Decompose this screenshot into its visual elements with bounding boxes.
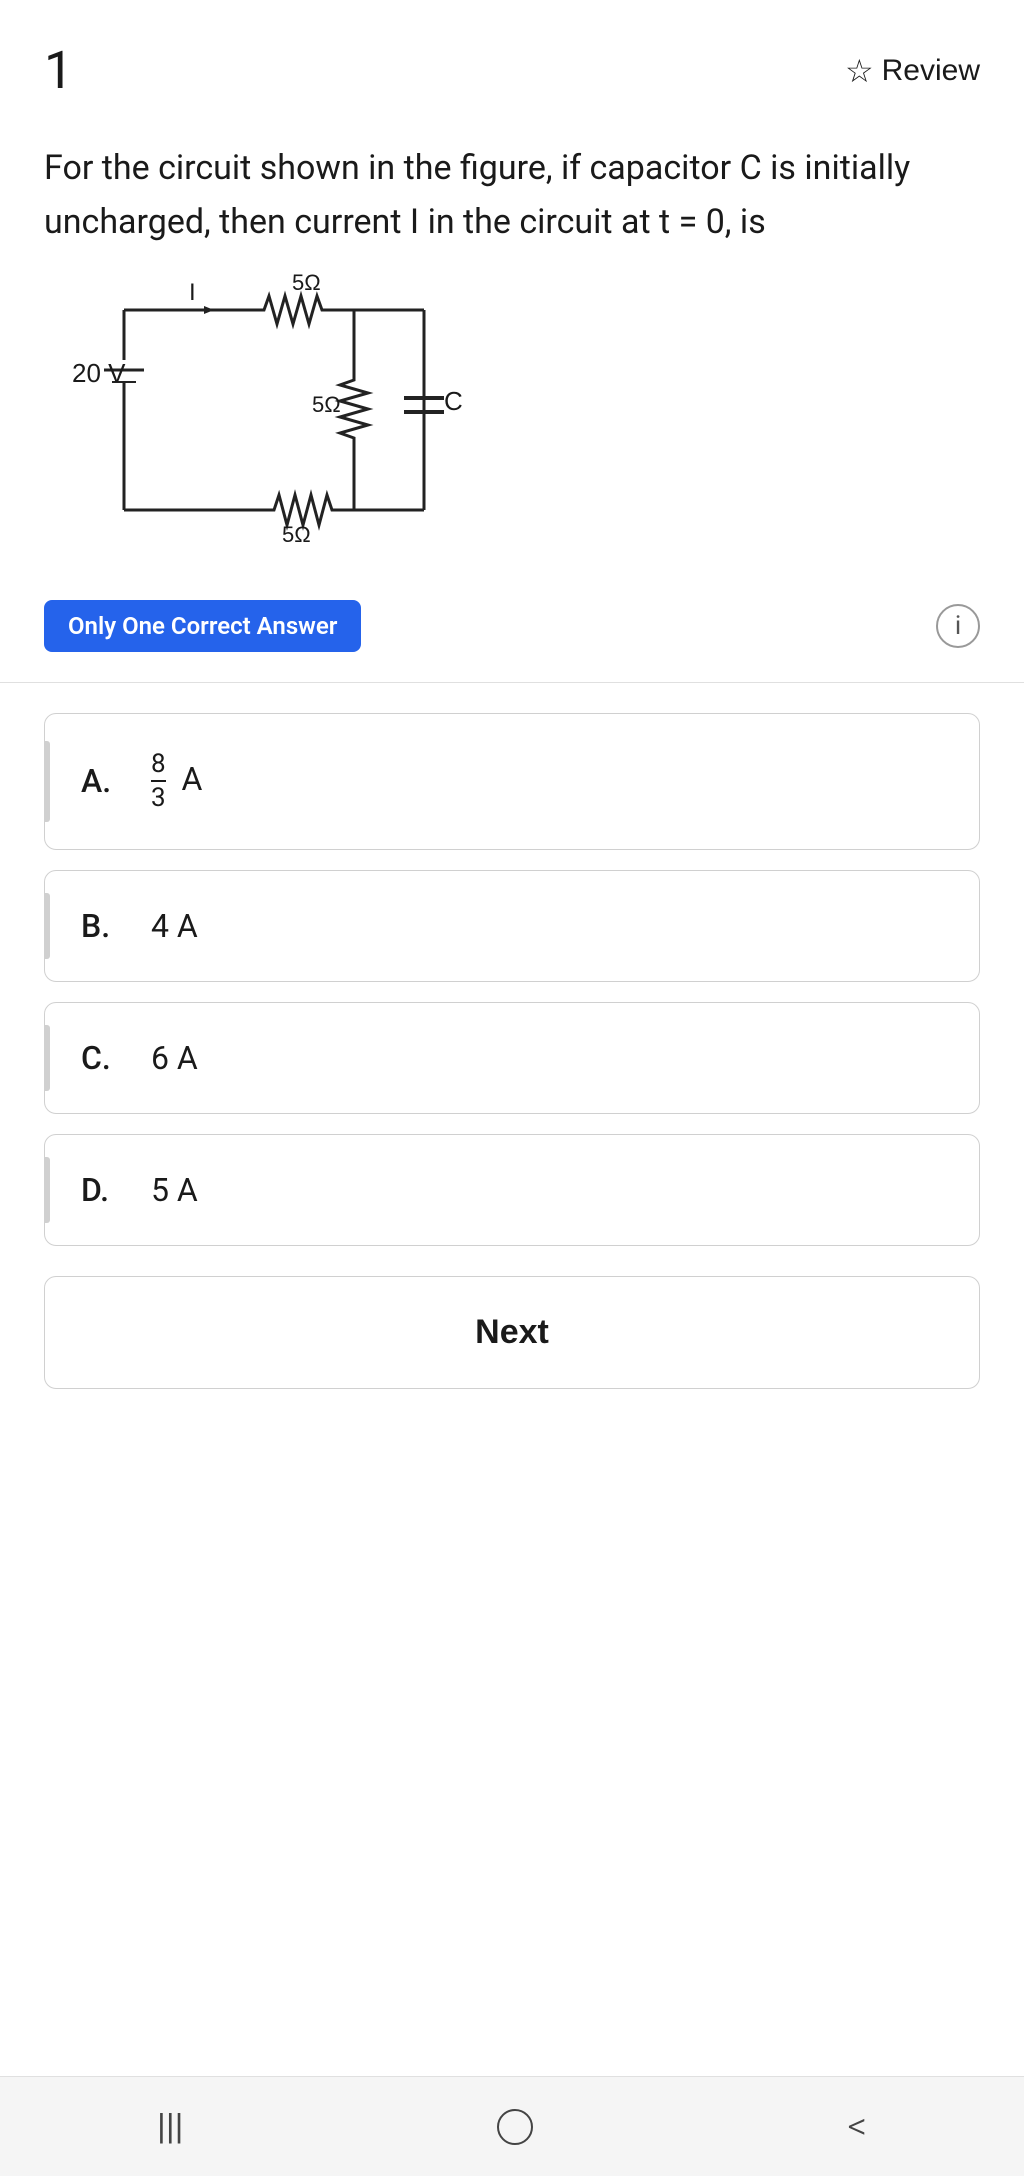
bottom-spacer: [0, 1419, 1024, 1519]
options-container: A. 8 3 A B. 4 A C. 6 A D. 5 A: [0, 693, 1024, 1266]
svg-text:20 V: 20 V: [72, 358, 126, 388]
next-btn-container: Next: [0, 1266, 1024, 1419]
back-icon[interactable]: <: [848, 2105, 867, 2149]
option-b[interactable]: B. 4 A: [44, 870, 980, 982]
circuit-diagram: 20 V 5Ω I 5Ω: [0, 260, 1024, 580]
divider: [0, 682, 1024, 683]
answer-type-badge: Only One Correct Answer: [44, 600, 361, 652]
review-button[interactable]: ☆ Review: [845, 52, 980, 90]
option-b-value: 4 A: [151, 907, 198, 945]
option-a-label: A.: [81, 762, 131, 800]
svg-text:5Ω: 5Ω: [292, 270, 321, 295]
option-b-label: B.: [81, 907, 131, 945]
menu-icon[interactable]: |||: [157, 2106, 183, 2148]
option-c-value: 6 A: [151, 1039, 198, 1077]
header: 1 ☆ Review: [0, 0, 1024, 121]
answer-type-section: Only One Correct Answer i: [0, 580, 1024, 672]
svg-text:5Ω: 5Ω: [312, 392, 341, 417]
option-d-value: 5 A: [151, 1171, 198, 1209]
next-button[interactable]: Next: [44, 1276, 980, 1389]
question-number: 1: [44, 40, 73, 101]
review-label: Review: [882, 54, 980, 88]
home-icon[interactable]: [497, 2109, 533, 2145]
option-d[interactable]: D. 5 A: [44, 1134, 980, 1246]
fraction-a: 8 3: [151, 750, 166, 813]
option-d-label: D.: [81, 1171, 131, 1209]
circuit-svg: 20 V 5Ω I 5Ω: [44, 270, 474, 550]
page-container: 1 ☆ Review For the circuit shown in the …: [0, 0, 1024, 2176]
star-icon: ☆: [845, 52, 874, 90]
info-icon[interactable]: i: [936, 604, 980, 648]
option-a[interactable]: A. 8 3 A: [44, 713, 980, 850]
option-a-value: 8 3 A: [151, 750, 202, 813]
option-c[interactable]: C. 6 A: [44, 1002, 980, 1114]
svg-text:I: I: [189, 279, 196, 306]
question-text: For the circuit shown in the figure, if …: [0, 121, 1024, 260]
svg-text:C: C: [444, 386, 463, 416]
bottom-nav: ||| <: [0, 2076, 1024, 2176]
svg-text:5Ω: 5Ω: [282, 522, 311, 547]
option-c-label: C.: [81, 1039, 131, 1077]
